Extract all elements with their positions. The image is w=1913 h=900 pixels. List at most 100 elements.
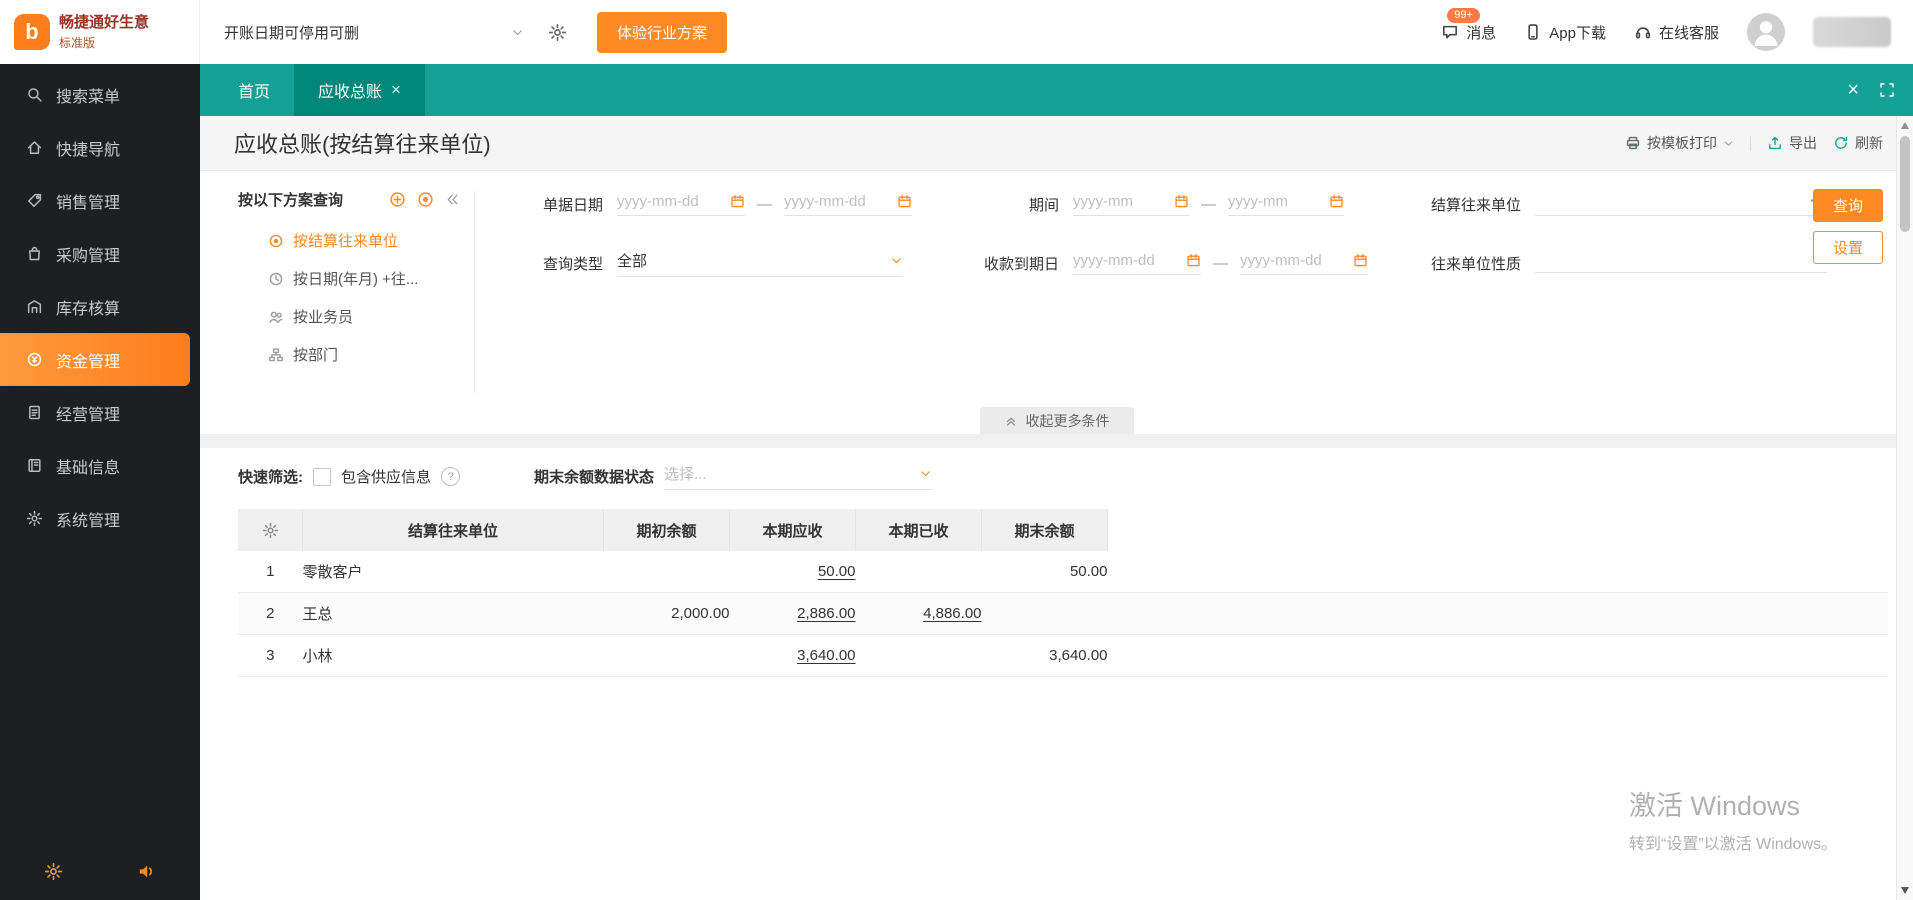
vertical-scrollbar[interactable] — [1896, 116, 1913, 900]
calendar-icon[interactable] — [1174, 194, 1189, 209]
col-header-closing-balance[interactable]: 期末余额 — [981, 509, 1108, 551]
settings-button[interactable]: 设置 — [1813, 231, 1883, 264]
footer-gear-icon[interactable] — [44, 862, 63, 881]
doc-date-from-field[interactable] — [617, 193, 745, 216]
receivable-link[interactable]: 2,886.00 — [797, 605, 855, 622]
doc-date-from-input[interactable] — [617, 193, 726, 210]
chevron-down-icon[interactable] — [890, 254, 903, 267]
refresh-label: 刷新 — [1855, 135, 1883, 151]
table-settings-header[interactable] — [238, 509, 303, 551]
sidebar-item-label: 基础信息 — [56, 459, 121, 477]
partner-input[interactable] — [1535, 193, 1809, 210]
export-button[interactable]: 导出 — [1767, 133, 1817, 153]
due-date-from-field[interactable] — [1073, 252, 1201, 275]
due-date-from-input[interactable] — [1073, 252, 1182, 269]
doc-date-to-input[interactable] — [784, 193, 893, 210]
avatar[interactable] — [1747, 13, 1785, 51]
collapse-more-conditions-button[interactable]: 收起更多条件 — [979, 407, 1134, 434]
receivable-link[interactable]: 3,640.00 — [797, 647, 855, 664]
partner-nature-select[interactable] — [1535, 254, 1827, 273]
sidebar-item-quick-nav[interactable]: 快捷导航 — [0, 121, 200, 174]
period-to-field[interactable] — [1228, 193, 1344, 216]
refresh-button[interactable]: 刷新 — [1833, 133, 1883, 153]
chat-bubble-icon — [1441, 23, 1459, 41]
range-dash: — — [1213, 255, 1228, 272]
due-date-to-field[interactable] — [1240, 252, 1368, 275]
scroll-up-arrow[interactable] — [1901, 122, 1909, 129]
col-header-opening-balance[interactable]: 期初余额 — [603, 509, 730, 551]
refresh-icon — [1833, 135, 1849, 151]
close-tab-icon[interactable]: × — [391, 80, 401, 100]
app-download-button[interactable]: App下载 — [1524, 22, 1606, 43]
calendar-icon[interactable] — [1353, 253, 1368, 268]
add-scheme-icon[interactable] — [389, 191, 406, 208]
include-supplier-checkbox[interactable] — [313, 467, 331, 486]
period-to-input[interactable] — [1228, 193, 1325, 210]
collapse-strip: 收起更多条件 — [200, 407, 1913, 434]
chevron-down-icon[interactable] — [919, 467, 932, 480]
calendar-icon[interactable] — [897, 194, 912, 209]
scheme-header: 按以下方案查询 — [238, 189, 460, 210]
col-header-receivable[interactable]: 本期应收 — [729, 509, 856, 551]
brand-text: 畅捷通好生意 标准版 — [59, 14, 149, 51]
calendar-icon[interactable] — [730, 194, 745, 209]
sidebar-item-inventory[interactable]: 库存核算 — [0, 280, 200, 333]
received-link[interactable]: 4,886.00 — [923, 605, 981, 622]
scheme-item-by-salesperson[interactable]: 按业务员 — [268, 306, 460, 327]
query-type-select[interactable]: 全部 — [617, 250, 903, 277]
sidebar-item-search-menu[interactable]: 搜索菜单 — [0, 68, 200, 121]
due-date-group: 收款到期日 — — [973, 252, 1403, 275]
trial-solution-button[interactable]: 体验行业方案 — [597, 11, 728, 53]
tab-receivables-ledger[interactable]: 应收总账 × — [294, 64, 425, 116]
calendar-icon[interactable] — [1186, 253, 1201, 268]
gear-icon[interactable] — [238, 522, 302, 539]
doc-date-to-field[interactable] — [784, 193, 912, 216]
clock-icon — [268, 271, 284, 287]
announcement-speaker-icon[interactable] — [137, 862, 156, 881]
partner-field[interactable]: ⋯ — [1535, 192, 1827, 216]
sidebar-item-purchasing[interactable]: 采购管理 — [0, 227, 200, 280]
due-date-to-input[interactable] — [1240, 252, 1349, 269]
messages-button[interactable]: 99+ 消息 — [1441, 7, 1496, 43]
sidebar-item-basic-info[interactable]: 基础信息 — [0, 439, 200, 492]
page-title: 应收总账(按结算往来单位) — [234, 132, 491, 157]
col-header-partner[interactable]: 结算往来单位 — [302, 509, 604, 551]
scroll-down-arrow[interactable] — [1901, 887, 1909, 894]
balance-status-select[interactable]: 选择... — [664, 463, 933, 490]
help-icon[interactable]: ? — [441, 467, 461, 486]
online-service-label: 在线客服 — [1658, 24, 1719, 42]
period-from-input[interactable] — [1073, 193, 1170, 210]
table-row[interactable]: 1 零散客户 50.00 50.00 — [238, 551, 1888, 593]
sidebar-item-label: 资金管理 — [56, 353, 121, 371]
sidebar-item-system[interactable]: 系统管理 — [0, 492, 200, 545]
tab-home[interactable]: 首页 — [214, 64, 294, 116]
topbar-gear-button[interactable] — [544, 19, 571, 46]
cell-receivable: 2,886.00 — [729, 592, 856, 635]
close-all-tabs-icon[interactable]: × — [1847, 80, 1859, 100]
print-by-template-button[interactable]: 按模板打印 — [1625, 133, 1734, 153]
table-row[interactable]: 2 王总 2,000.00 2,886.00 4,886.00 — [238, 592, 1888, 635]
cell-closing: 3,640.00 — [981, 634, 1108, 677]
scheme-item-by-date[interactable]: 按日期(年月) +往... — [268, 268, 460, 289]
table-row[interactable]: 3 小林 3,640.00 3,640.00 — [238, 634, 1888, 677]
search-button[interactable]: 查询 — [1813, 189, 1883, 222]
sidebar-item-funds[interactable]: 资金管理 — [0, 333, 190, 386]
collapse-panel-icon[interactable] — [445, 192, 460, 207]
sidebar-item-operations[interactable]: 经营管理 — [0, 386, 200, 439]
target-scheme-icon[interactable] — [417, 191, 434, 208]
export-label: 导出 — [1789, 135, 1817, 151]
period-from-field[interactable] — [1073, 193, 1189, 216]
calendar-icon[interactable] — [1329, 194, 1344, 209]
divider — [1750, 135, 1751, 151]
scheme-item-by-department[interactable]: 按部门 — [268, 344, 460, 365]
scrollbar-thumb[interactable] — [1900, 136, 1910, 232]
fullscreen-icon[interactable] — [1879, 82, 1895, 98]
receivable-link[interactable]: 50.00 — [818, 563, 856, 580]
col-header-received[interactable]: 本期已收 — [855, 509, 982, 551]
account-set-dropdown[interactable]: 开账日期可停用可删 — [224, 22, 524, 43]
scheme-item-by-partner[interactable]: 按结算往来单位 — [268, 230, 460, 251]
phone-icon — [1524, 23, 1542, 41]
online-service-button[interactable]: 在线客服 — [1634, 22, 1719, 43]
due-date-label: 收款到期日 — [983, 256, 1059, 273]
sidebar-item-sales[interactable]: 销售管理 — [0, 174, 200, 227]
